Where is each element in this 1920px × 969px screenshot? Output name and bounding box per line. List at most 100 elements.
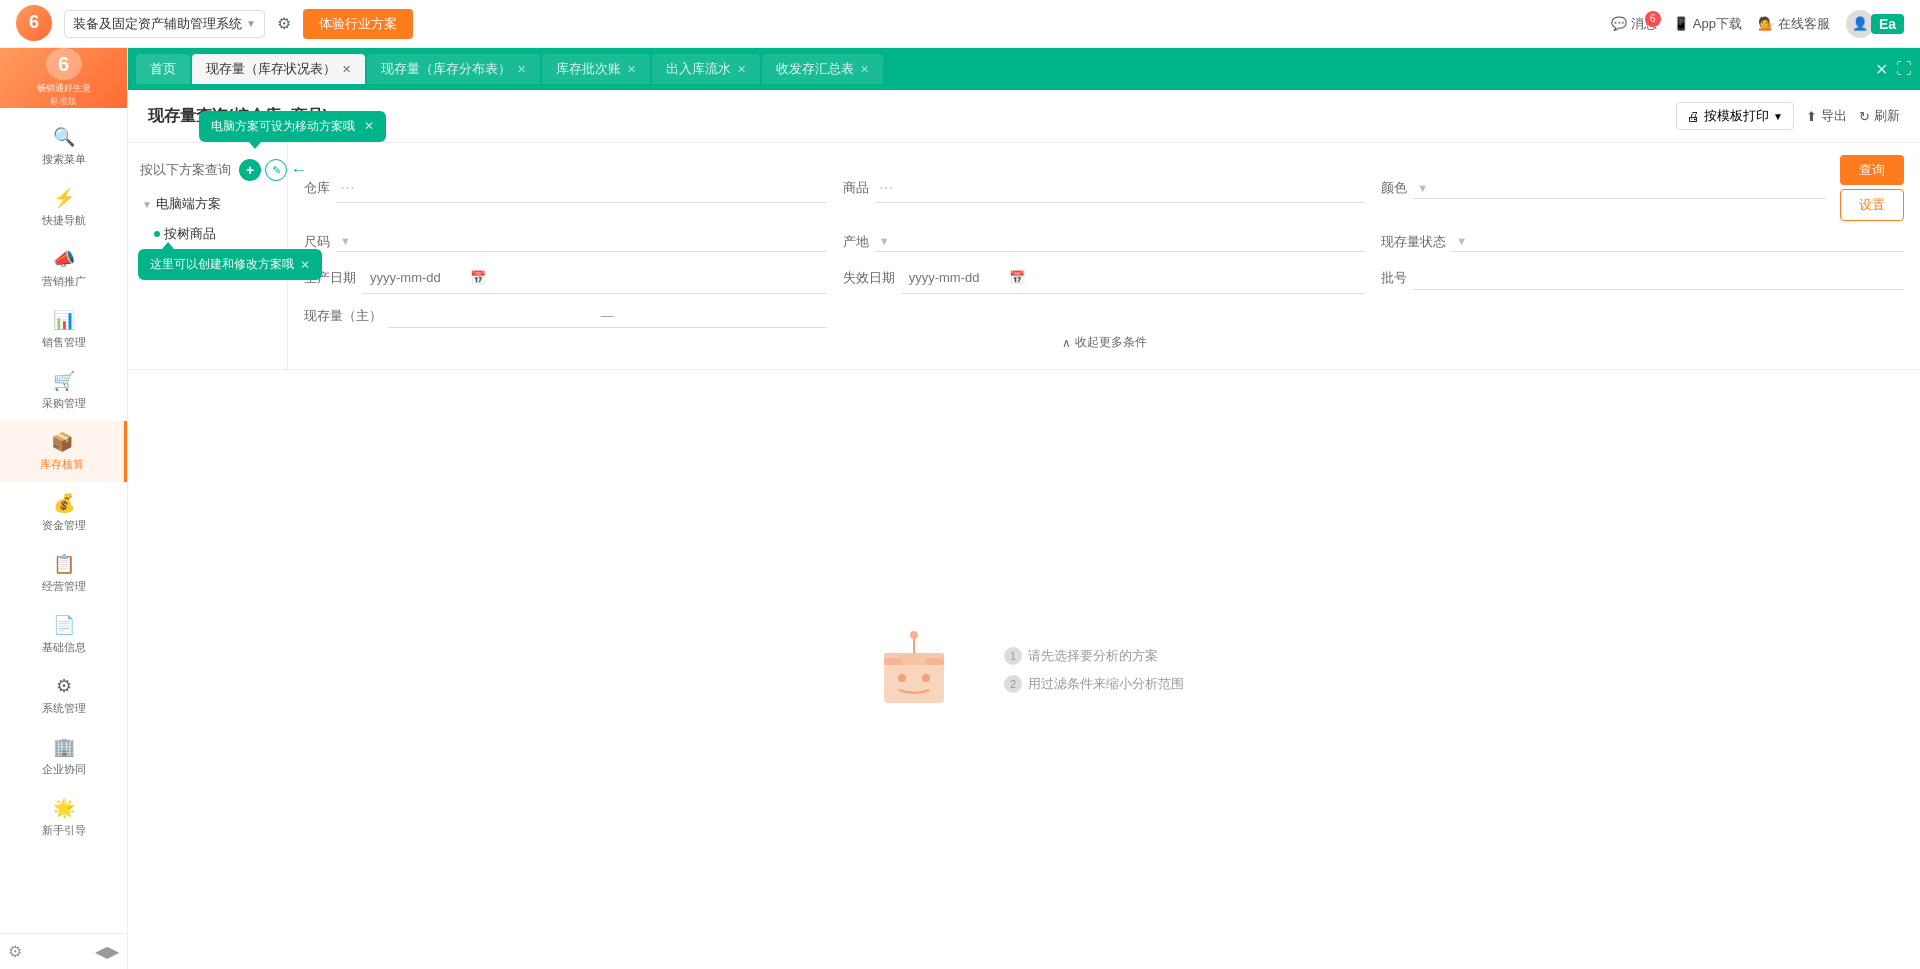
scheme-tooltip-close[interactable]: ✕ [364, 119, 374, 133]
filter-section: 按以下方案查询 + ✎ ← 电脑方案可设为移动方案哦 ✕ [128, 143, 1920, 370]
dropdown-chevron-icon: ▼ [246, 18, 256, 29]
scheme-desktop[interactable]: ▼ 电脑端方案 [128, 189, 287, 219]
finance-icon: 💰 [53, 492, 75, 514]
finance-label: 资金管理 [42, 518, 86, 533]
collapse-row[interactable]: ∧ 收起更多条件 [304, 328, 1904, 357]
reset-button[interactable]: 设置 [1840, 189, 1904, 221]
tab-inventory-status[interactable]: 现存量（库存状况表） ✕ [192, 54, 365, 84]
scheme-tooltip: 电脑方案可设为移动方案哦 ✕ [199, 111, 386, 142]
warehouse-input-wrap[interactable]: ··· [336, 173, 827, 203]
origin-select-wrap[interactable]: ▼ [875, 231, 1366, 252]
svg-point-3 [898, 674, 906, 682]
data-area: 1 请先选择要分析的方案 2 用过滤条件来缩小分析范围 [128, 370, 1920, 969]
tab-close-inventory-dist[interactable]: ✕ [517, 63, 526, 76]
collapse-sidebar-icon[interactable]: ◀▶ [95, 942, 119, 961]
operation-icon: 📋 [53, 553, 75, 575]
sidebar-item-purchase[interactable]: 🛒 采购管理 [0, 360, 127, 421]
stock-max-input[interactable] [622, 308, 823, 323]
refresh-button[interactable]: ↻ 刷新 [1859, 107, 1900, 125]
stock-main-range: — [388, 304, 827, 328]
exp-date-input-wrap: 📅 [901, 262, 1366, 294]
sidebar-item-guide[interactable]: 🌟 新手引导 [0, 787, 127, 848]
sidebar-item-enterprise[interactable]: 🏢 企业协同 [0, 726, 127, 787]
tab-close-recv-summary[interactable]: ✕ [860, 63, 869, 76]
tree-collapse-icon: ▼ [142, 199, 152, 210]
print-button[interactable]: 🖨 按模板打印 ▼ [1676, 102, 1794, 130]
scheme-desktop-sub[interactable]: 按树商品 这里可以创建和修改方案哦 ✕ [128, 219, 287, 249]
hint-1-num: 1 [1004, 647, 1022, 665]
online-service-action[interactable]: 💁 在线客服 [1758, 15, 1830, 33]
sidebar-item-sales[interactable]: 📊 销售管理 [0, 299, 127, 360]
sidebar-item-operation[interactable]: 📋 经营管理 [0, 543, 127, 604]
stock-status-select-wrap[interactable]: ▼ [1452, 231, 1904, 252]
tab-close-batch-ledger[interactable]: ✕ [627, 63, 636, 76]
page-actions: 🖨 按模板打印 ▼ ⬆ 导出 ↻ 刷新 [1676, 102, 1900, 130]
warehouse-label: 仓库 [304, 179, 330, 197]
exp-date-input[interactable] [905, 266, 1005, 289]
query-button[interactable]: 查询 [1840, 155, 1904, 185]
gear-icon[interactable]: ⚙ [277, 14, 291, 33]
close-all-tabs-icon[interactable]: ✕ [1875, 60, 1888, 79]
color-select-wrap[interactable]: ▼ [1413, 178, 1826, 199]
edit-scheme-button[interactable]: ✎ [265, 159, 287, 181]
empty-illustration [864, 618, 964, 721]
fullscreen-icon[interactable]: ⛶ [1896, 60, 1912, 79]
user-initial: Ea [1871, 14, 1904, 34]
tab-close-in-out-flow[interactable]: ✕ [737, 63, 746, 76]
message-action[interactable]: 💬 消息 6 [1611, 15, 1657, 33]
sidebar-item-search[interactable]: 🔍 搜索菜单 [0, 116, 127, 177]
sidebar-item-basic[interactable]: 📄 基础信息 [0, 604, 127, 665]
stock-min-input[interactable] [392, 308, 593, 323]
user-action[interactable]: 👤 用户 Ea [1846, 10, 1904, 38]
create-tooltip-close[interactable]: ✕ [300, 258, 310, 272]
mfg-date-calendar-icon[interactable]: 📅 [470, 270, 486, 285]
search-buttons: 查询 设置 [1840, 155, 1904, 221]
sidebar: 6 畅销通好生意 标准版 🔍 搜索菜单 ⚡ 快捷导航 📣 营销推 [0, 48, 128, 969]
system-icon: ⚙ [56, 675, 72, 697]
system-title: 装备及固定资产辅助管理系统 [73, 15, 242, 33]
warehouse-dots[interactable]: ··· [340, 177, 355, 198]
goods-filter: 商品 ··· [843, 173, 1366, 203]
goods-dots[interactable]: ··· [879, 177, 894, 198]
home-tab-label: 首页 [150, 60, 176, 78]
inventory-status-tab-label: 现存量（库存状况表） [206, 60, 336, 78]
app-download-action[interactable]: 📱 App下载 [1673, 15, 1742, 33]
sales-icon: 📊 [53, 309, 75, 331]
inventory-icon: 📦 [51, 431, 73, 453]
tooltip-arrow [249, 142, 261, 149]
sidebar-item-marketing[interactable]: 📣 营销推广 [0, 238, 127, 299]
mobile-icon: 📱 [1673, 16, 1689, 31]
mfg-date-input[interactable] [366, 266, 466, 289]
mfg-date-input-wrap: 📅 [362, 262, 827, 294]
avatar-icon: 👤 [1852, 16, 1868, 31]
sidebar-item-finance[interactable]: 💰 资金管理 [0, 482, 127, 543]
top-header: 6 装备及固定资产辅助管理系统 ▼ ⚙ 体验行业方案 💬 消息 6 📱 App下… [0, 0, 1920, 48]
goods-input-wrap[interactable]: ··· [875, 173, 1366, 203]
scheme-arrow-icon[interactable]: ← [291, 161, 307, 179]
export-button[interactable]: ⬆ 导出 [1806, 107, 1847, 125]
sidebar-item-inventory[interactable]: 📦 库存核算 [0, 421, 127, 482]
tab-recv-summary[interactable]: 收发存汇总表 ✕ [762, 54, 883, 84]
batch-input[interactable] [1417, 270, 1900, 285]
sidebar-item-quicknav[interactable]: ⚡ 快捷导航 [0, 177, 127, 238]
sidebar-item-system[interactable]: ⚙ 系统管理 [0, 665, 127, 726]
page-content: 现存量查询(按仓库+商品) 🖨 按模板打印 ▼ ⬆ 导出 ↻ [128, 90, 1920, 969]
industry-button[interactable]: 体验行业方案 [303, 9, 413, 39]
settings-icon[interactable]: ⚙ [8, 942, 22, 961]
create-tooltip-arrow [162, 242, 174, 249]
tab-close-inventory-status[interactable]: ✕ [342, 63, 351, 76]
tab-in-out-flow[interactable]: 出入库流水 ✕ [652, 54, 760, 84]
size-select-wrap[interactable]: ▼ [336, 231, 827, 252]
filter-row-2: 尺码 ▼ 产地 ▼ [304, 231, 1904, 252]
goods-label: 商品 [843, 179, 869, 197]
tab-inventory-dist[interactable]: 现存量（库存分布表） ✕ [367, 54, 540, 84]
basic-icon: 📄 [53, 614, 75, 636]
operation-label: 经营管理 [42, 579, 86, 594]
exp-date-calendar-icon[interactable]: 📅 [1009, 270, 1025, 285]
tab-home[interactable]: 首页 [136, 54, 190, 84]
collapse-arrow-icon: ∧ [1062, 336, 1071, 350]
tab-batch-ledger[interactable]: 库存批次账 ✕ [542, 54, 650, 84]
batch-input-wrap[interactable] [1413, 266, 1904, 290]
add-scheme-button[interactable]: + [239, 159, 261, 181]
system-selector[interactable]: 装备及固定资产辅助管理系统 ▼ [64, 10, 265, 38]
